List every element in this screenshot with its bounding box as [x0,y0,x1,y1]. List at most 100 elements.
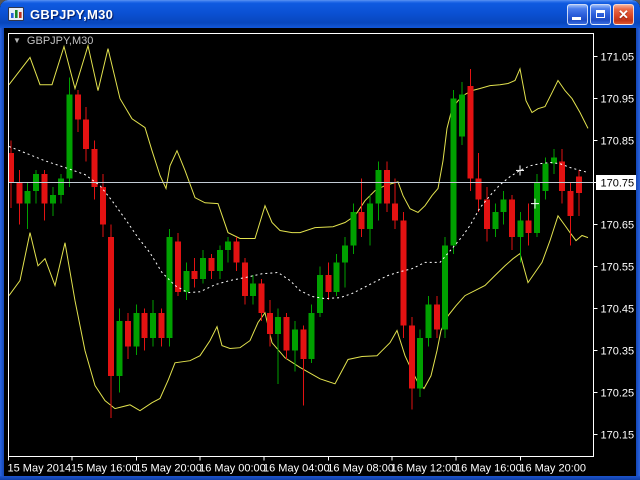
candle-bearish [191,270,198,280]
candle-bullish [316,275,323,313]
candle-bearish [509,199,515,238]
candle-bullish [492,212,499,229]
time-tick-label: 16 May 04:00 [263,463,330,475]
candle-bullish [116,321,123,376]
time-tick-label: 15 May 16:00 [71,463,138,475]
candle-bearish [383,170,390,204]
candle-bullish [350,212,357,246]
minimize-icon [572,16,581,20]
close-icon: ✕ [618,6,629,22]
candle-bullish [250,283,257,296]
time-tick-label: 15 May 2014 [8,463,72,475]
time-tick-label: 16 May 20:00 [519,463,586,475]
candle-bearish [525,220,532,233]
price-tick-label: 170.35 [601,346,635,358]
candle-bearish [567,191,574,217]
candle-bearish [41,174,48,204]
candle-bullish [66,94,73,179]
candle-bullish [308,312,315,359]
candle-bearish [433,304,440,330]
candle-bearish [108,237,115,376]
candle-bullish [49,195,56,204]
candle-bearish [358,212,365,229]
candle-bearish [83,119,90,149]
minimize-button[interactable] [567,3,588,25]
bollinger-lower-band-line [9,214,589,412]
price-tick-label: 170.55 [601,262,635,274]
candle-bearish [258,283,265,313]
candle-bullish [425,304,432,338]
candle-bullish [542,163,549,191]
candle-bearish [467,86,474,179]
candle-bearish [475,178,482,200]
candle-bearish [392,203,399,221]
bid-price-label: 170.75 [601,178,635,190]
candle-bullish [24,191,31,204]
candle-bullish [183,270,190,292]
candle-bullish [216,249,223,271]
candle-bearish [241,262,248,296]
candle-bearish [74,94,81,120]
price-tick-label: 170.95 [601,94,635,106]
candle-bullish [500,199,507,212]
time-tick-label: 16 May 00:00 [199,463,266,475]
candle-bearish [559,161,566,191]
candle-bearish [325,275,332,292]
price-tick-label: 171.05 [601,52,635,64]
candle-bullish [375,170,382,204]
candle-bullish [333,262,340,292]
price-tick-label: 170.85 [601,136,635,148]
window-controls: ✕ [567,3,634,25]
candle-bullish [58,178,65,196]
window-title: GBPJPY,M30 [30,6,114,22]
candle-bearish [99,186,106,225]
candle-bearish [158,312,165,338]
application-window: GBPJPY,M30 ✕ 171.05 170.95 170.85 170.75 170… [0,0,640,480]
candle-bearish [283,317,290,351]
chart-symbol-label[interactable]: ▼ GBPJPY,M30 [13,35,93,47]
candle-bearish [408,325,415,389]
price-tick-label: 170.65 [601,220,635,232]
chart-app-icon [8,7,24,21]
plot-layer [9,43,593,418]
candle-bearish [124,321,131,347]
time-tick-label: 16 May 12:00 [391,463,458,475]
candle-bearish [208,258,215,271]
time-tick-label: 15 May 20:00 [135,463,202,475]
candle-bullish [458,94,465,137]
candle-bearish [16,182,23,204]
chart-frame [8,33,594,457]
candle-bearish [575,176,582,194]
title-bar[interactable]: GBPJPY,M30 ✕ [0,0,640,28]
candle-bullish [342,245,348,263]
window-border-right [636,28,640,480]
price-chart[interactable]: 171.05 170.95 170.85 170.75 170.65 170.55 170.… [0,28,640,480]
time-scale[interactable]: 15 May 2014 15 May 16:0015 May 20:0016 Ma… [8,456,587,475]
price-scale[interactable]: 171.05 170.95 170.85 170.75 170.65 170.55 170.… [593,52,638,442]
candle-bullish [275,317,282,334]
maximize-button[interactable] [590,3,611,25]
candle-bearish [400,220,407,326]
candle-bullish [133,312,140,347]
candle-bullish [450,98,457,246]
price-tick-label: 170.25 [601,388,635,400]
candle-bearish [483,199,490,229]
price-tick-label: 170.45 [601,304,635,316]
candle-bullish [367,203,374,229]
candle-bullish [291,329,298,351]
symbol-text: GBPJPY,M30 [26,35,94,47]
close-button[interactable]: ✕ [613,3,634,25]
chart-client-area[interactable]: 171.05 170.95 170.85 170.75 170.65 170.55 170.… [0,28,640,480]
candle-bearish [233,241,240,263]
candle-bullish [517,220,524,238]
window-border-left [0,28,4,480]
candle-bullish [149,312,156,338]
chevron-down-icon: ▼ [13,36,21,45]
candle-bearish [300,329,307,359]
candle-bullish [166,237,173,338]
candle-bullish [200,258,206,280]
time-tick-label: 16 May 16:00 [455,463,522,475]
candle-bearish [266,312,273,334]
window-border-bottom [0,476,640,480]
candle-bearish [141,312,148,338]
